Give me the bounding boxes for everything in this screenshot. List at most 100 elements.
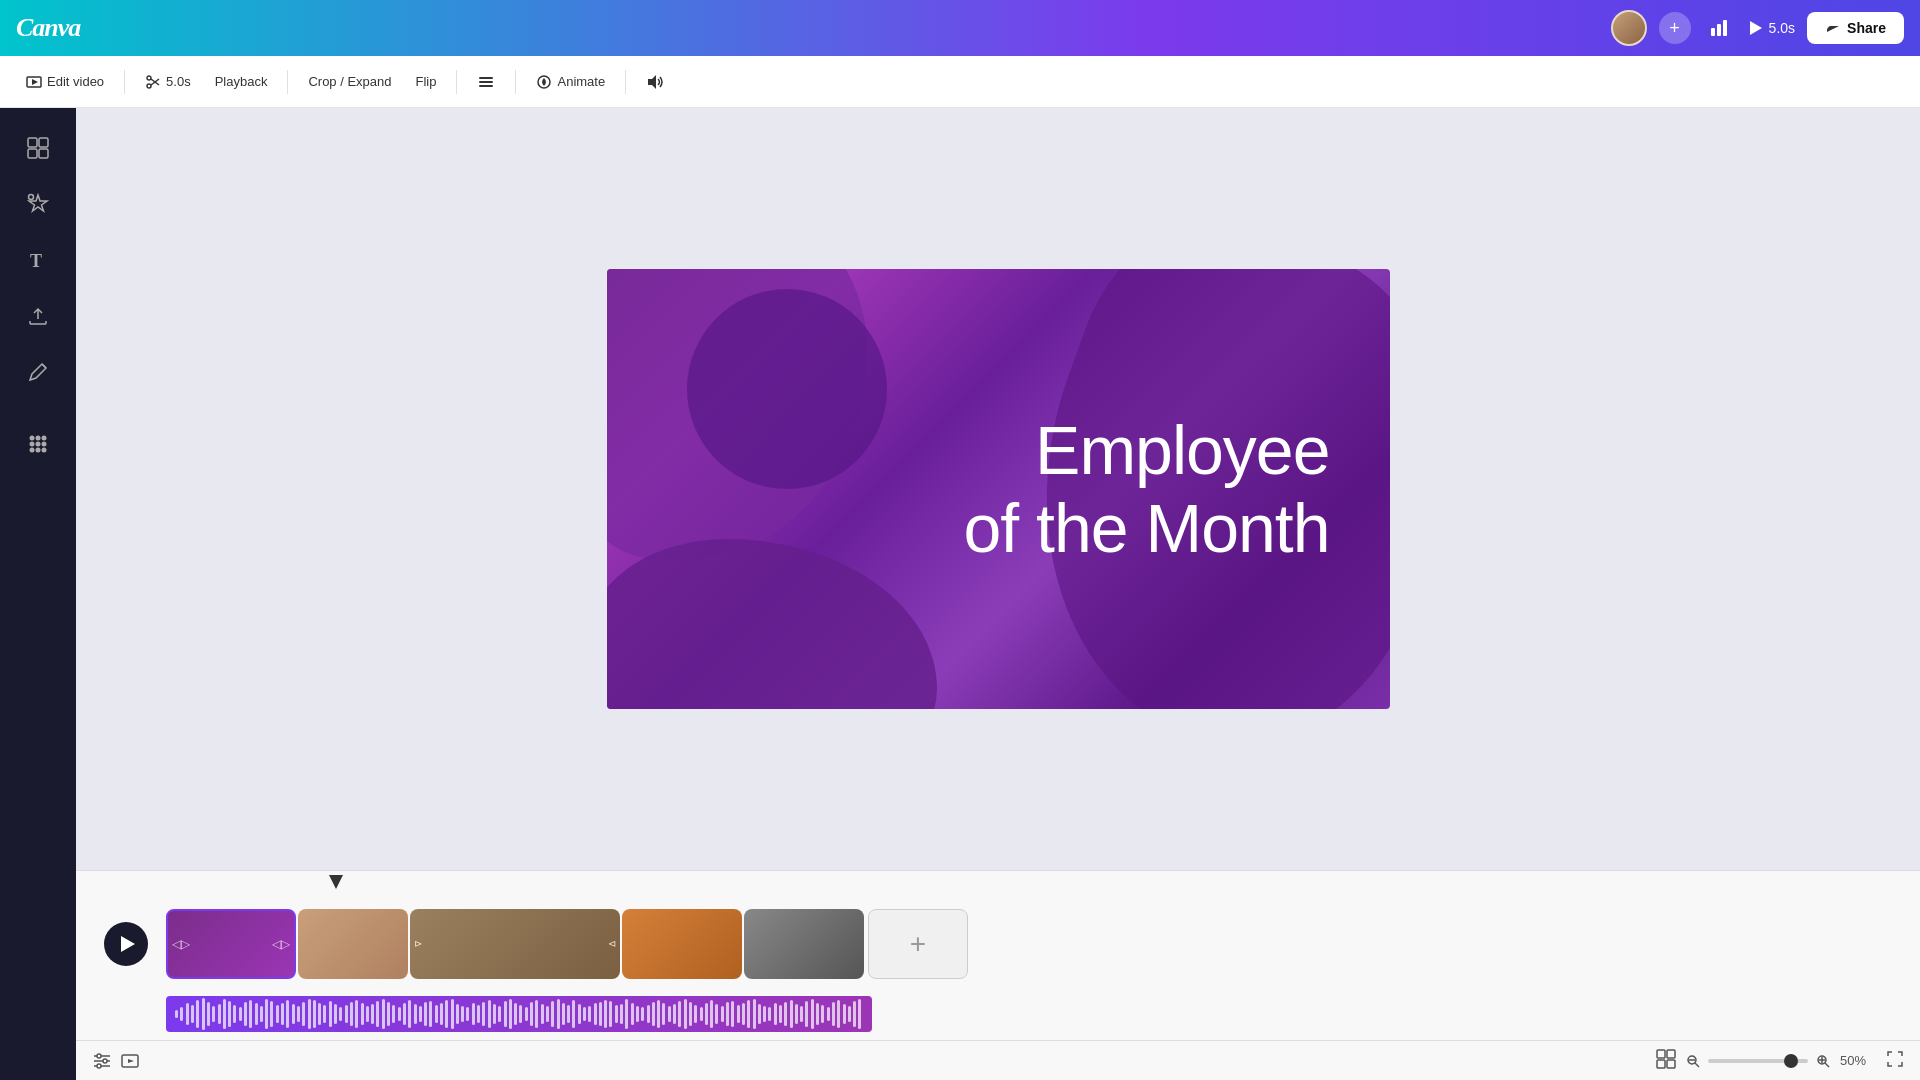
waveform-bar — [519, 1005, 522, 1023]
sidebar-item-draw[interactable] — [14, 348, 62, 396]
zoom-slider-track[interactable] — [1708, 1059, 1808, 1063]
waveform-bar — [249, 1000, 252, 1028]
waveform-bar — [604, 1000, 607, 1028]
slide-text-line1: Employee — [963, 411, 1329, 489]
svg-rect-2 — [1723, 20, 1727, 36]
svg-text:T: T — [30, 251, 42, 271]
svg-rect-42 — [1667, 1060, 1675, 1068]
edit-video-button[interactable]: Edit video — [16, 68, 114, 96]
waveform-bar — [302, 1002, 305, 1026]
waveform-bar — [625, 999, 628, 1029]
add-clip-button[interactable]: + — [868, 909, 968, 979]
waveform-bar — [514, 1003, 517, 1025]
add-collaborator-button[interactable]: + — [1659, 12, 1691, 44]
svg-rect-11 — [479, 81, 493, 83]
fullscreen-button[interactable] — [1886, 1050, 1904, 1071]
elements-icon — [27, 193, 49, 215]
svg-rect-39 — [1657, 1050, 1665, 1058]
crop-expand-button[interactable]: Crop / Expand — [298, 68, 401, 95]
divider-5 — [625, 70, 626, 94]
timeline-settings-button[interactable] — [92, 1051, 112, 1071]
svg-point-36 — [97, 1064, 101, 1068]
waveform-bar — [387, 1002, 390, 1026]
waveform-bar — [408, 1000, 411, 1028]
waveform-bar — [747, 1000, 750, 1028]
playback-button[interactable]: Playback — [205, 68, 278, 95]
clip-5[interactable] — [744, 909, 864, 979]
waveform-bar — [599, 1002, 602, 1026]
waveform-bar — [684, 999, 687, 1029]
share-button[interactable]: Share — [1807, 12, 1904, 44]
present-button[interactable] — [120, 1051, 140, 1071]
waveform-bar — [371, 1004, 374, 1024]
waveform-bar — [546, 1006, 549, 1022]
zoom-slider-thumb[interactable] — [1784, 1054, 1798, 1068]
svg-point-34 — [97, 1054, 101, 1058]
waveform-bar — [774, 1003, 777, 1025]
waveform-bar — [175, 1010, 178, 1018]
edit-video-icon — [26, 74, 42, 90]
canva-logo: Canva — [16, 13, 80, 43]
share-label: Share — [1847, 20, 1886, 36]
play-button[interactable] — [104, 922, 148, 966]
duration-button[interactable]: 5.0s — [135, 68, 201, 96]
divider-4 — [515, 70, 516, 94]
waveform-bar — [700, 1007, 703, 1021]
waveform-bar — [345, 1005, 348, 1023]
avatar[interactable] — [1611, 10, 1647, 46]
preview-container: Employee of the Month — [76, 108, 1920, 870]
clip-4[interactable] — [622, 909, 742, 979]
sidebar-item-text[interactable]: T — [14, 236, 62, 284]
waveform-bar — [323, 1005, 326, 1023]
svg-point-35 — [103, 1059, 107, 1063]
slide-text: Employee of the Month — [963, 411, 1389, 567]
svg-rect-15 — [28, 138, 37, 147]
sidebar-item-elements[interactable] — [14, 180, 62, 228]
waveform-bar — [212, 1006, 215, 1022]
playback-label: Playback — [215, 74, 268, 89]
waveform-bar — [186, 1003, 189, 1025]
timeline-area: ◁▷ ◁▷ ⊳ ⊲ — [76, 870, 1920, 1040]
audio-waveform[interactable] — [166, 996, 872, 1032]
timeline-settings-icon — [92, 1051, 112, 1071]
waveform-bar — [419, 1006, 422, 1022]
more-options-button[interactable] — [467, 67, 505, 97]
sidebar-item-upload[interactable] — [14, 292, 62, 340]
preview-play-button[interactable]: 5.0s — [1747, 20, 1795, 36]
clip-3[interactable]: ⊳ ⊲ — [410, 909, 620, 979]
blob-3 — [607, 539, 937, 709]
waveform-bar — [853, 1001, 856, 1027]
grid-view-button[interactable] — [1656, 1049, 1676, 1072]
clip-2[interactable] — [298, 909, 408, 979]
analytics-button[interactable] — [1703, 12, 1735, 44]
flip-label: Flip — [416, 74, 437, 89]
waveform-bar — [223, 999, 226, 1029]
edit-video-label: Edit video — [47, 74, 104, 89]
waveform-bar — [551, 1001, 554, 1027]
clip-1-left-handle[interactable]: ◁▷ — [172, 937, 190, 951]
svg-rect-18 — [39, 149, 48, 158]
flip-button[interactable]: Flip — [406, 68, 447, 95]
svg-rect-10 — [479, 77, 493, 79]
add-clip-label: + — [910, 928, 926, 960]
waveform-bar — [668, 1006, 671, 1022]
waveform-bar — [260, 1006, 263, 1022]
sidebar-item-layout[interactable] — [14, 124, 62, 172]
clip-3-right-handle[interactable]: ⊲ — [604, 909, 620, 979]
clip-4-thumbnail — [622, 909, 742, 979]
sidebar-item-apps[interactable] — [14, 420, 62, 468]
svg-point-28 — [30, 448, 35, 453]
waveform-bar — [636, 1006, 639, 1022]
waveform-bar — [424, 1002, 427, 1026]
divider-3 — [456, 70, 457, 94]
clip-1-right-handle[interactable]: ◁▷ — [272, 937, 290, 951]
waveform-bar — [805, 1001, 808, 1027]
volume-button[interactable] — [636, 67, 674, 97]
waveform-bar — [270, 1001, 273, 1027]
clip-3-left-handle[interactable]: ⊳ — [410, 909, 426, 979]
waveform-bar — [318, 1003, 321, 1025]
waveform-bar — [535, 1000, 538, 1028]
clip-1[interactable]: ◁▷ ◁▷ — [166, 909, 296, 979]
waveform-bar — [694, 1005, 697, 1023]
animate-button[interactable]: Animate — [526, 68, 615, 96]
